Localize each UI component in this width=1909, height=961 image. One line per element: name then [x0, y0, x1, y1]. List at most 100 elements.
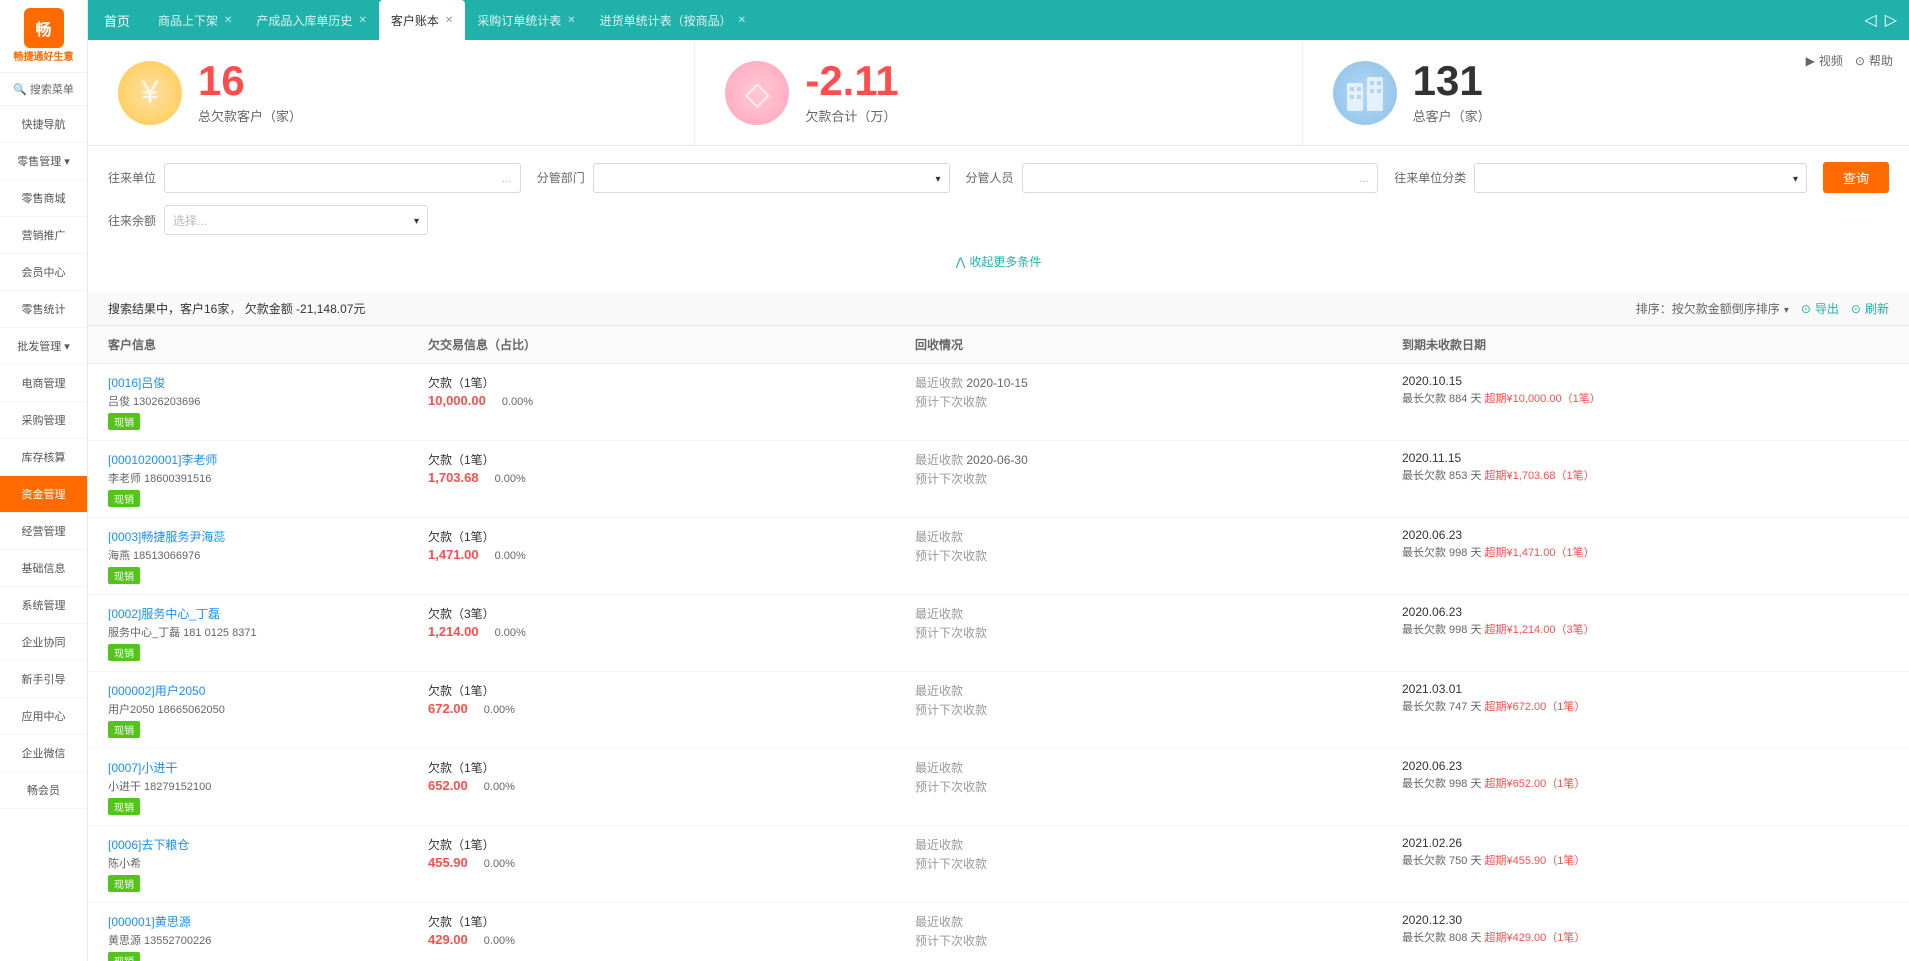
sidebar-item-sys-mgmt[interactable]: 系统管理: [0, 587, 87, 624]
return-info-3: 最近收款 预计下次收款: [915, 605, 1402, 643]
logo-text: 畅捷通好生意: [4, 52, 83, 64]
overdue-link-0[interactable]: 超期¥10,000.00（1笔）: [1485, 393, 1601, 405]
customer-name-2[interactable]: [0003]畅捷服务尹海蕊: [108, 528, 428, 545]
debt-info-5: 欠款（1笔） 652.00 0.00%: [428, 759, 915, 795]
overdue-link-6[interactable]: 超期¥455.90（1笔）: [1485, 855, 1586, 867]
video-btn[interactable]: ▶ 视频: [1806, 52, 1843, 69]
stat-content-debt-customers: 16 总欠款客户（家）: [198, 60, 664, 125]
sidebar-item-finance[interactable]: 资金管理: [0, 476, 87, 513]
tab-close-icon[interactable]: ✕: [738, 15, 746, 26]
tab-purchase-order[interactable]: 采购订单统计表 ✕: [465, 0, 587, 40]
filter-dept: 分管部门: [537, 163, 950, 193]
app-logo: 畅 畅捷通好生意: [0, 0, 87, 73]
table-row: [0007]小进干 小进干 18279152100 现销 欠款（1笔） 652.…: [88, 749, 1909, 826]
balance-select[interactable]: 选择...: [164, 205, 428, 235]
query-button[interactable]: 查询: [1823, 162, 1889, 193]
export-button[interactable]: ⊙ 导出: [1801, 300, 1839, 317]
sidebar-item-wechat[interactable]: 企业微信: [0, 735, 87, 772]
help-btn[interactable]: ⊙ 帮助: [1855, 52, 1893, 69]
customer-name-4[interactable]: [000002]用户2050: [108, 682, 428, 699]
tab-prev-icon[interactable]: ◁: [1864, 10, 1876, 30]
debt-total-icon: ◇: [725, 61, 789, 125]
video-icon: ▶: [1806, 54, 1815, 68]
customer-tag-5: 现销: [108, 798, 140, 815]
overdue-link-4[interactable]: 超期¥672.00（1笔）: [1485, 701, 1586, 713]
customer-phone-6: 陈小希: [108, 855, 428, 871]
export-icon: ⊙: [1801, 302, 1811, 316]
sidebar-item-nav[interactable]: 快捷导航: [0, 106, 87, 143]
expire-info-3: 2020.06.23 最长欠款 998 天 超期¥1,214.00（3笔）: [1402, 605, 1889, 637]
from-unit-input[interactable]: ...: [164, 163, 521, 193]
overdue-link-2[interactable]: 超期¥1,471.00（1笔）: [1485, 547, 1595, 559]
col-customer-info: 客户信息: [108, 336, 428, 353]
customer-tag-4: 现销: [108, 721, 140, 738]
sidebar-item-retail-mall[interactable]: 零售商城: [0, 180, 87, 217]
customer-name-7[interactable]: [000001]黄思源: [108, 913, 428, 930]
customer-name-0[interactable]: [0016]吕俊: [108, 374, 428, 391]
sidebar-item-guide[interactable]: 新手引导: [0, 661, 87, 698]
sidebar-item-retail-mgmt[interactable]: 零售管理 ▾: [0, 143, 87, 180]
customer-phone-7: 黄思源 13552700226: [108, 932, 428, 948]
overdue-link-7[interactable]: 超期¥429.00（1笔）: [1485, 932, 1586, 944]
debt-info-0: 欠款（1笔） 10,000.00 0.00%: [428, 374, 915, 410]
tab-customer-account[interactable]: 客户账本 ✕: [379, 0, 465, 40]
sidebar-item-ecommerce[interactable]: 电商管理: [0, 365, 87, 402]
table-row: [0002]服务中心_丁磊 服务中心_丁磊 181 0125 8371 现销 欠…: [88, 595, 1909, 672]
collapse-more-btn[interactable]: ⋀ 收起更多条件: [108, 247, 1889, 276]
overdue-link-1[interactable]: 超期¥1,703.68（1笔）: [1485, 470, 1595, 482]
sidebar-item-batch-mgmt[interactable]: 批发管理 ▾: [0, 328, 87, 365]
filter-balance: 往来余额 选择...: [108, 205, 428, 235]
unit-classify-select[interactable]: [1474, 163, 1807, 193]
dept-select[interactable]: [593, 163, 950, 193]
tab-production-history[interactable]: 产成品入库单历史 ✕: [244, 0, 378, 40]
debt-total-number: -2.11: [805, 60, 1271, 102]
overdue-link-5[interactable]: 超期¥652.00（1笔）: [1485, 778, 1586, 790]
tab-close-icon[interactable]: ✕: [224, 15, 232, 26]
filter-from-unit: 往来单位 ...: [108, 163, 521, 193]
sidebar-item-member[interactable]: 会员中心: [0, 254, 87, 291]
tab-close-icon[interactable]: ✕: [567, 15, 575, 26]
debt-customers-label: 总欠款客户（家）: [198, 106, 664, 125]
return-info-2: 最近收款 预计下次收款: [915, 528, 1402, 566]
customer-tag-7: 现销: [108, 952, 140, 961]
debt-customers-icon: ¥: [118, 61, 182, 125]
tab-home[interactable]: 首页: [88, 0, 146, 40]
sidebar: 畅 畅捷通好生意 🔍 搜索菜单 快捷导航 零售管理 ▾ 零售商城 营销推广 会员…: [0, 0, 88, 961]
tab-next-icon[interactable]: ▷: [1885, 10, 1897, 30]
staff-dots: ...: [1359, 171, 1369, 185]
sort-selector[interactable]: 排序：按欠款金额倒序排序: [1636, 300, 1789, 317]
customer-name-5[interactable]: [0007]小进干: [108, 759, 428, 776]
sidebar-item-app-center[interactable]: 应用中心: [0, 698, 87, 735]
customer-tag-6: 现销: [108, 875, 140, 892]
debt-info-3: 欠款（3笔） 1,214.00 0.00%: [428, 605, 915, 641]
tab-close-icon[interactable]: ✕: [358, 15, 366, 26]
filter-staff: 分管人员 ...: [966, 163, 1379, 193]
overdue-link-3[interactable]: 超期¥1,214.00（3笔）: [1485, 624, 1595, 636]
customer-tag-2: 现销: [108, 567, 140, 584]
content-area: ¥ 16 总欠款客户（家） ◇ -2.11 欠款合计（万）: [88, 40, 1909, 961]
sidebar-item-vip[interactable]: 畅会员: [0, 772, 87, 809]
search-menu[interactable]: 🔍 搜索菜单: [0, 73, 87, 106]
customer-info-5: [0007]小进干 小进干 18279152100 现销: [108, 759, 428, 815]
sidebar-item-marketing[interactable]: 营销推广: [0, 217, 87, 254]
stat-card-debt-total: ◇ -2.11 欠款合计（万）: [694, 40, 1301, 145]
staff-input[interactable]: ...: [1022, 163, 1379, 193]
customer-name-3[interactable]: [0002]服务中心_丁磊: [108, 605, 428, 622]
refresh-button[interactable]: ⊙ 刷新: [1851, 300, 1889, 317]
sidebar-item-retail-stats[interactable]: 零售统计: [0, 291, 87, 328]
table-row: [0001020001]李老师 李老师 18600391516 现销 欠款（1笔…: [88, 441, 1909, 518]
sidebar-item-base-info[interactable]: 基础信息: [0, 550, 87, 587]
customer-tag-0: 现销: [108, 413, 140, 430]
customer-name-1[interactable]: [0001020001]李老师: [108, 451, 428, 468]
dept-chevron-icon: [935, 171, 940, 185]
sidebar-item-biz-mgmt[interactable]: 经营管理: [0, 513, 87, 550]
customer-tag-1: 现销: [108, 490, 140, 507]
sidebar-item-inventory[interactable]: 库存核算: [0, 439, 87, 476]
sidebar-item-enterprise[interactable]: 企业协同: [0, 624, 87, 661]
customer-name-6[interactable]: [0006]去下粮仓: [108, 836, 428, 853]
sidebar-item-purchase[interactable]: 采购管理: [0, 402, 87, 439]
tab-close-icon[interactable]: ✕: [445, 15, 453, 26]
balance-chevron-icon: [414, 213, 419, 227]
tab-products-offline[interactable]: 商品上下架 ✕: [146, 0, 244, 40]
tab-inventory-stats[interactable]: 进货单统计表（按商品） ✕: [588, 0, 758, 40]
